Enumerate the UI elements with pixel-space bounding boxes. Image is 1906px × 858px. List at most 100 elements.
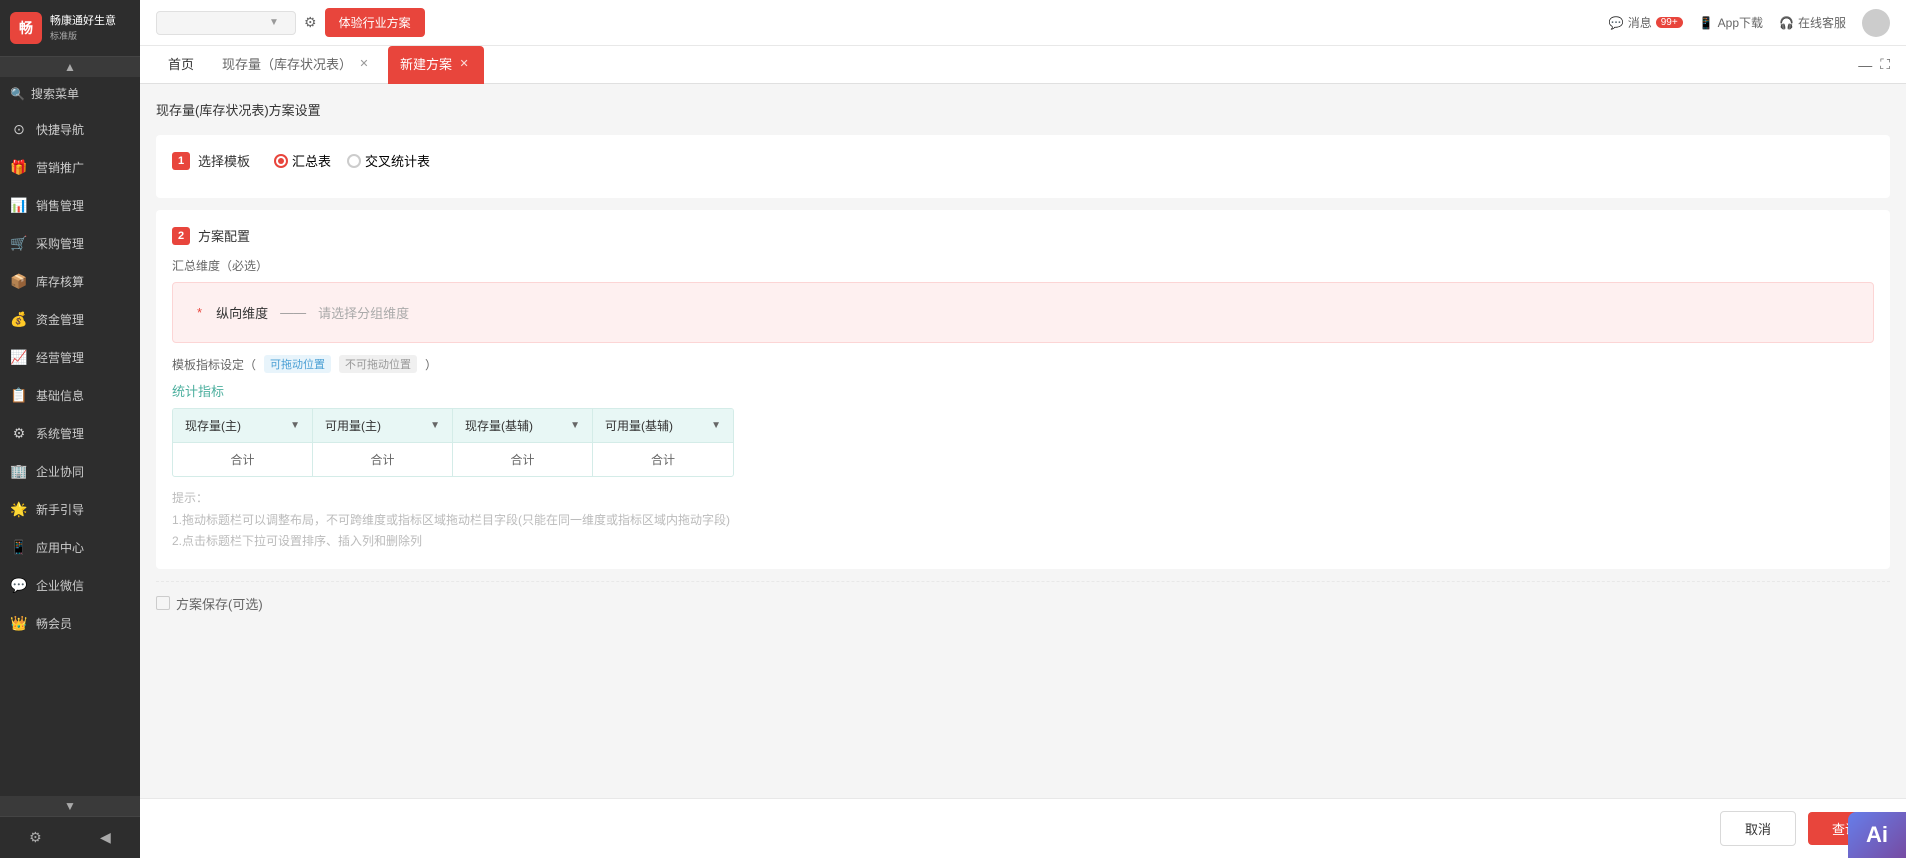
sidebar-item-label: 新手引导 — [36, 501, 84, 518]
dimension-field-label: 汇总维度（必选） — [172, 257, 1874, 274]
chevron-down-icon-2[interactable]: ▼ — [570, 420, 580, 431]
template-radio-group: 汇总表 交叉统计表 — [274, 151, 430, 170]
stat-section-title: 统计指标 — [172, 381, 1874, 400]
inventory-icon: 📦 — [10, 272, 28, 290]
radio-cross[interactable]: 交叉统计表 — [347, 151, 430, 170]
sidebar-item-apps[interactable]: 📱 应用中心 — [0, 528, 140, 566]
sidebar-item-guide[interactable]: 🌟 新手引导 — [0, 490, 140, 528]
collapse-icon[interactable]: ◀ — [96, 825, 115, 850]
sidebar-item-label: 快捷导航 — [36, 121, 84, 138]
hints-title: 提示： — [172, 491, 208, 505]
sidebar-bottom: ⚙ ◀ — [0, 816, 140, 858]
guide-icon: 🌟 — [10, 500, 28, 518]
chevron-down-icon-0[interactable]: ▼ — [290, 420, 300, 431]
step1-badge: 1 — [172, 152, 190, 170]
sidebar-item-label: 营销推广 — [36, 159, 84, 176]
stat-col-header-1[interactable]: 可用量(主) ▼ — [313, 409, 452, 443]
sidebar-item-member[interactable]: 👑 畅会员 — [0, 604, 140, 642]
finance-icon: 💰 — [10, 310, 28, 328]
stat-table-header: 现存量(主) ▼ 可用量(主) ▼ 现存量(基辅) ▼ — [173, 409, 733, 443]
step1-title: 选择模板 — [198, 151, 250, 170]
search-input[interactable] — [165, 16, 265, 30]
tab-close-icon[interactable]: ✕ — [356, 56, 372, 72]
sidebar-item-label: 经营管理 — [36, 349, 84, 366]
online-service-item[interactable]: 🎧 在线客服 — [1779, 14, 1846, 31]
sidebar-item-inventory[interactable]: 📦 库存核算 — [0, 262, 140, 300]
stat-table: 现存量(主) ▼ 可用量(主) ▼ 现存量(基辅) ▼ — [172, 408, 734, 477]
settings-bottom-icon[interactable]: ⚙ — [25, 825, 46, 850]
user-avatar[interactable] — [1862, 9, 1890, 37]
tab-new-scheme[interactable]: 新建方案 ✕ — [388, 46, 484, 84]
stat-table-body: 合计 合计 合计 合计 — [173, 443, 733, 476]
cancel-button[interactable]: 取消 — [1720, 811, 1796, 846]
sidebar-item-label: 企业微信 — [36, 577, 84, 594]
sidebar-item-system[interactable]: ⚙ 系统管理 — [0, 414, 140, 452]
save-checkbox-box[interactable] — [156, 596, 170, 610]
chevron-down-icon-1[interactable]: ▼ — [430, 420, 440, 431]
sidebar-item-label: 销售管理 — [36, 197, 84, 214]
radio-summary[interactable]: 汇总表 — [274, 151, 331, 170]
tab-close-icon[interactable]: ✕ — [456, 56, 472, 72]
hint-1: 1.拖动标题栏可以调整布局，不可跨维度或指标区域拖动栏目字段(只能在同一维度或指… — [172, 513, 730, 527]
step2-header: 2 方案配置 — [172, 226, 1874, 245]
tab-inventory-status[interactable]: 现存量（库存状况表） ✕ — [210, 46, 384, 84]
stat-body-col-0: 合计 — [173, 443, 313, 476]
app-download-item[interactable]: 📱 App下载 — [1699, 14, 1763, 31]
dimension-row: * 纵向维度 —— 请选择分组维度 — [197, 303, 1849, 322]
ai-button[interactable]: Ai — [1848, 812, 1906, 858]
trial-button[interactable]: 体验行业方案 — [325, 8, 425, 37]
marketing-icon: 🎁 — [10, 158, 28, 176]
radio-circle-summary — [274, 154, 288, 168]
stat-col-header-3[interactable]: 可用量(基辅) ▼ — [593, 409, 733, 443]
logo-area: 畅 畅康通好生意 标准版 — [0, 0, 140, 57]
sidebar-item-purchase[interactable]: 🛒 采购管理 — [0, 224, 140, 262]
stat-col-header-2[interactable]: 现存量(基辅) ▼ — [453, 409, 592, 443]
download-icon: 📱 — [1699, 16, 1714, 30]
sidebar-item-quick-nav[interactable]: ⊙ 快捷导航 — [0, 110, 140, 148]
stat-col-header-0[interactable]: 现存量(主) ▼ — [173, 409, 312, 443]
sidebar-item-label: 畅会员 — [36, 615, 72, 632]
minimize-icon[interactable]: — — [1858, 57, 1872, 73]
scroll-down-arrow[interactable]: ▼ — [0, 796, 140, 816]
tab-label: 新建方案 — [400, 54, 452, 73]
chevron-down-icon-3[interactable]: ▼ — [711, 420, 721, 431]
app-download-label: App下载 — [1718, 14, 1763, 31]
tab-home[interactable]: 首页 — [156, 46, 206, 84]
sidebar-item-enterprise[interactable]: 🏢 企业协同 — [0, 452, 140, 490]
expand-icon[interactable]: ⛶ — [1880, 56, 1890, 73]
wechat-icon: 💬 — [10, 576, 28, 594]
system-icon: ⚙ — [10, 424, 28, 442]
sidebar-item-sales[interactable]: 📊 销售管理 — [0, 186, 140, 224]
step2-badge: 2 — [172, 227, 190, 245]
member-icon: 👑 — [10, 614, 28, 632]
stat-col-2: 现存量(基辅) ▼ — [453, 409, 593, 443]
tabs-bar: 首页 现存量（库存状况表） ✕ 新建方案 ✕ — ⛶ — [140, 46, 1906, 84]
messages-icon: 💬 — [1609, 16, 1624, 30]
search-box[interactable]: ▼ — [156, 11, 296, 35]
save-option-row: 方案保存(可选) — [156, 594, 1890, 613]
sidebar-item-label: 系统管理 — [36, 425, 84, 442]
topbar-gear-icon[interactable]: ⚙ — [304, 14, 317, 31]
radio-dot — [278, 158, 284, 164]
sidebar-item-finance[interactable]: 💰 资金管理 — [0, 300, 140, 338]
sidebar-item-wechat[interactable]: 💬 企业微信 — [0, 566, 140, 604]
stat-col-header-label-1: 可用量(主) — [325, 417, 381, 434]
radio-label-cross: 交叉统计表 — [365, 151, 430, 170]
dimension-box[interactable]: * 纵向维度 —— 请选择分组维度 — [172, 282, 1874, 343]
messages-item[interactable]: 💬 消息 99+ — [1609, 14, 1683, 31]
indicator-setting-suffix: ） — [425, 356, 437, 373]
stat-col-header-label-0: 现存量(主) — [185, 417, 241, 434]
topbar-right: 💬 消息 99+ 📱 App下载 🎧 在线客服 — [1609, 9, 1890, 37]
sidebar-item-operation[interactable]: 📈 经营管理 — [0, 338, 140, 376]
sidebar-search[interactable]: 🔍 搜索菜单 — [0, 77, 140, 110]
sidebar-item-label: 库存核算 — [36, 273, 84, 290]
sidebar-item-basics[interactable]: 📋 基础信息 — [0, 376, 140, 414]
scroll-up-arrow[interactable]: ▲ — [0, 57, 140, 77]
sidebar-item-marketing[interactable]: 🎁 营销推广 — [0, 148, 140, 186]
chevron-down-icon: ▼ — [269, 17, 279, 28]
sales-icon: 📊 — [10, 196, 28, 214]
topbar-left: ▼ ⚙ 体验行业方案 — [156, 8, 1597, 37]
radio-circle-cross — [347, 154, 361, 168]
stat-cell-2: 合计 — [453, 443, 592, 476]
step2-section: 2 方案配置 汇总维度（必选） * 纵向维度 —— 请选择分组维度 模板指标设定… — [156, 210, 1890, 569]
